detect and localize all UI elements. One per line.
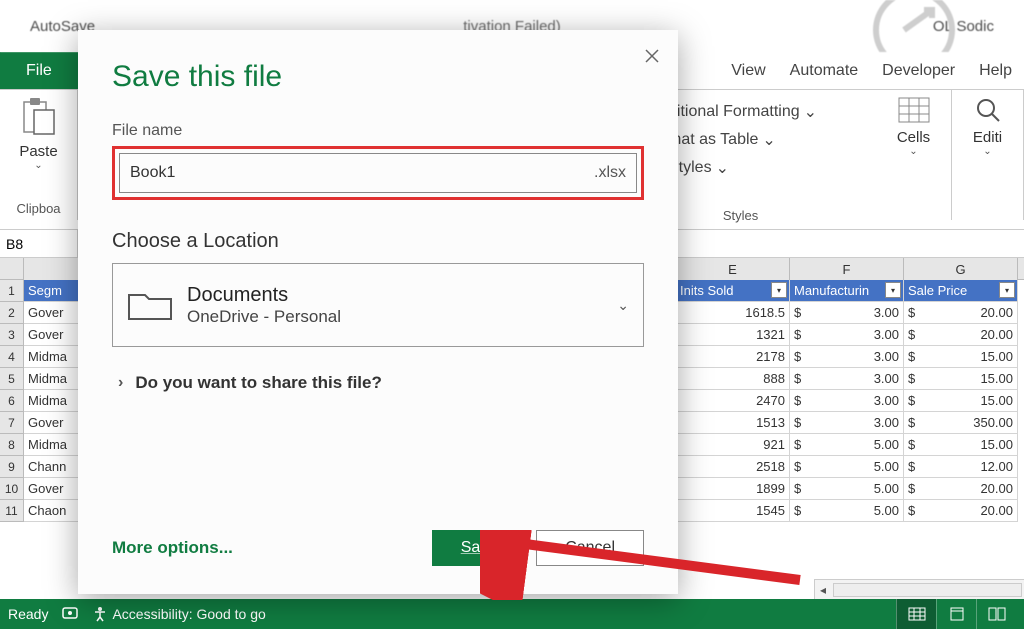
share-toggle-row[interactable]: › Do you want to share this file? [118,373,644,393]
more-options-link[interactable]: More options... [112,538,233,558]
chevron-right-icon: › [118,374,123,392]
file-extension-dropdown[interactable]: .xlsx [594,164,626,182]
file-name-highlight: Book1 .xlsx [112,146,644,200]
cancel-button[interactable]: Cancel [536,530,644,566]
dialog-footer: More options... Save Cancel [112,530,644,566]
file-name-label: File name [112,122,644,140]
choose-location-label: Choose a Location [112,230,644,253]
close-icon [644,48,660,64]
location-dropdown[interactable]: Documents OneDrive - Personal ⌄ [112,263,644,347]
save-dialog: Save this file File name Book1 .xlsx Cho… [78,30,678,594]
close-button[interactable] [640,44,664,68]
folder-icon [127,287,173,323]
location-subtitle: OneDrive - Personal [187,307,603,327]
share-prompt: Do you want to share this file? [135,373,382,393]
file-name-input[interactable]: Book1 .xlsx [119,153,637,193]
chevron-down-icon: ⌄ [617,297,629,314]
save-button[interactable]: Save [432,530,526,566]
file-name-value: Book1 [130,164,175,182]
dialog-backdrop: Save this file File name Book1 .xlsx Cho… [0,0,1024,629]
location-text: Documents OneDrive - Personal [187,284,603,327]
dialog-title: Save this file [112,60,644,94]
location-name: Documents [187,284,603,307]
